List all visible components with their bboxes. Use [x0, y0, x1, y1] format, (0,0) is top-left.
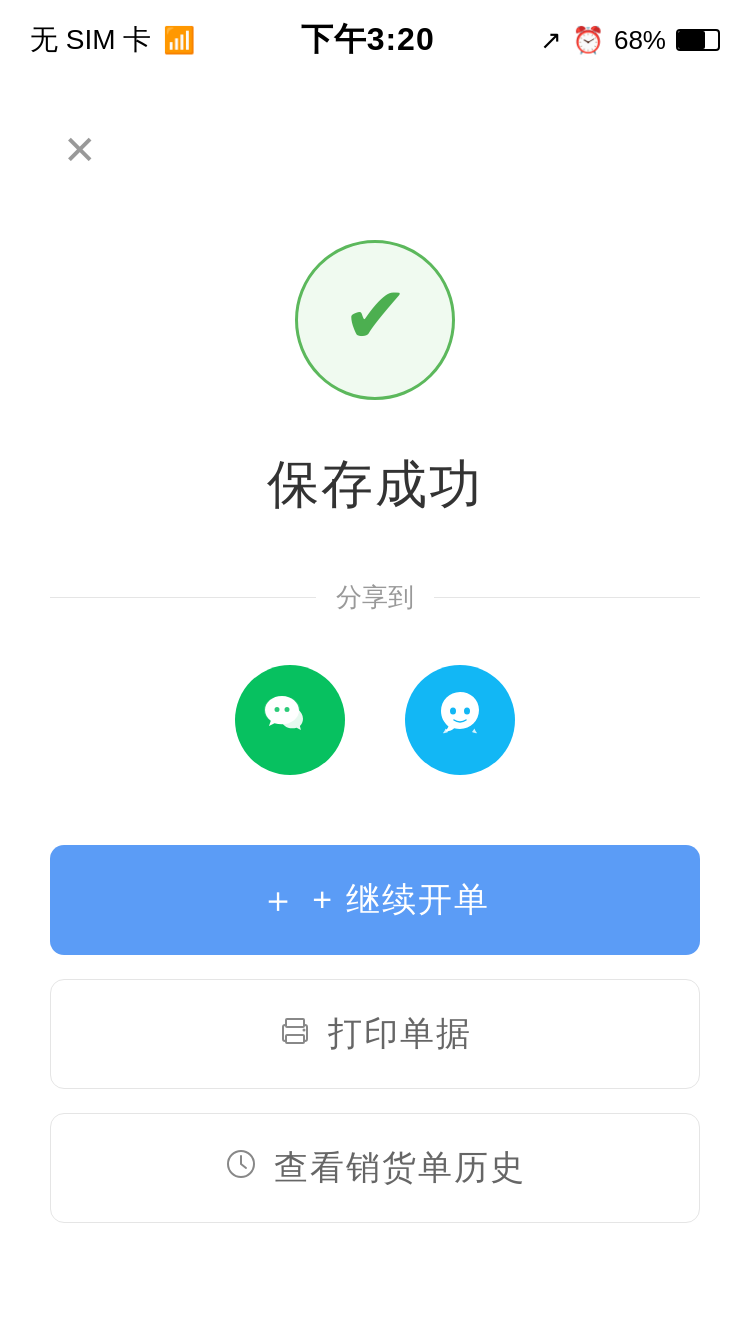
main-content: ✕ ✔ 保存成功 分享到 — [0, 80, 750, 1263]
print-label: 打印单据 — [328, 1011, 472, 1057]
status-left: 无 SIM 卡 📶 — [30, 21, 195, 59]
wifi-icon: 📶 — [163, 25, 195, 56]
checkmark-icon: ✔ — [342, 276, 409, 356]
wechat-icon — [260, 684, 320, 757]
alarm-icon: ⏰ — [572, 25, 604, 56]
action-buttons: ＋ + 继续开单 打印单据 查看销货单历 — [50, 845, 700, 1223]
share-divider: 分享到 — [50, 580, 700, 615]
status-time: 下午3:20 — [301, 18, 435, 62]
status-right: ↗ ⏰ 68% — [540, 25, 720, 56]
close-icon: ✕ — [63, 130, 97, 170]
battery-icon — [676, 29, 720, 51]
status-bar: 无 SIM 卡 📶 下午3:20 ↗ ⏰ 68% — [0, 0, 750, 80]
clock-icon — [224, 1147, 258, 1189]
history-button[interactable]: 查看销货单历史 — [50, 1113, 700, 1223]
svg-point-2 — [464, 707, 470, 714]
continue-button[interactable]: ＋ + 继续开单 — [50, 845, 700, 955]
svg-point-6 — [303, 1029, 306, 1032]
history-label: 查看销货单历史 — [274, 1145, 526, 1191]
battery-percent: 68% — [614, 25, 666, 56]
continue-label: + 继续开单 — [312, 877, 489, 923]
success-title: 保存成功 — [267, 450, 483, 520]
success-circle: ✔ — [295, 240, 455, 400]
divider-line-right — [434, 597, 700, 598]
close-button-area: ✕ — [50, 120, 700, 180]
share-icons — [235, 665, 515, 775]
battery-bar — [676, 29, 720, 51]
svg-point-1 — [450, 707, 456, 714]
svg-rect-4 — [286, 1019, 304, 1027]
battery-fill — [678, 31, 705, 49]
carrier-label: 无 SIM 卡 — [30, 21, 151, 59]
printer-icon — [278, 1013, 312, 1055]
print-button[interactable]: 打印单据 — [50, 979, 700, 1089]
close-button[interactable]: ✕ — [50, 120, 110, 180]
qq-icon — [430, 684, 490, 757]
share-label: 分享到 — [336, 580, 414, 615]
plus-icon: ＋ — [260, 876, 296, 925]
location-icon: ↗ — [540, 25, 562, 56]
wechat-share-button[interactable] — [235, 665, 345, 775]
qq-share-button[interactable] — [405, 665, 515, 775]
divider-line-left — [50, 597, 316, 598]
svg-rect-5 — [286, 1035, 304, 1043]
